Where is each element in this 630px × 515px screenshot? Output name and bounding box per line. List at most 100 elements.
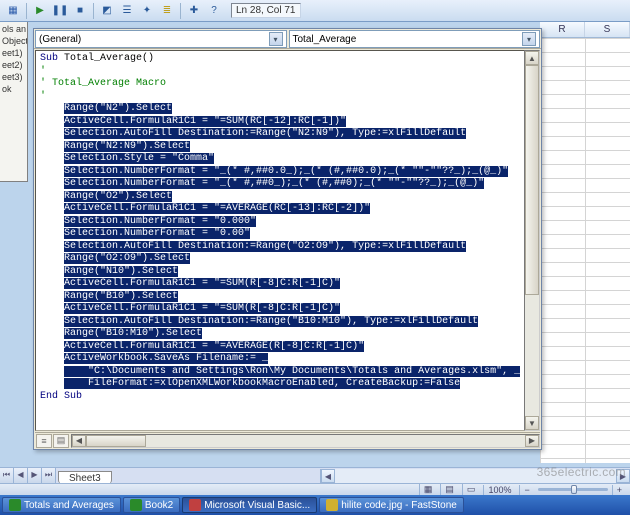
- scrollbar-thumb[interactable]: [86, 435, 146, 447]
- project-explorer-icon[interactable]: ☰: [118, 2, 136, 20]
- project-explorer-item[interactable]: ok: [2, 84, 25, 96]
- code-line[interactable]: Selection.AutoFill Destination:=Range("N…: [40, 128, 535, 141]
- horizontal-scrollbar[interactable]: ◀ ▶: [71, 434, 540, 448]
- sheet-nav[interactable]: ⏮ ◀ ▶ ⏭: [0, 468, 56, 483]
- help-icon[interactable]: ?: [205, 2, 223, 20]
- view-normal-icon[interactable]: ▦: [419, 484, 437, 495]
- taskbar-item-label: Book2: [145, 500, 173, 511]
- taskbar-item[interactable]: Book2: [123, 497, 180, 513]
- code-line[interactable]: ActiveCell.FormulaR1C1 = "=AVERAGE(R[-8]…: [40, 341, 535, 354]
- object-browser-icon[interactable]: ≣: [158, 2, 176, 20]
- code-line[interactable]: End Sub: [40, 391, 535, 404]
- zoom-value[interactable]: 100%: [483, 485, 515, 495]
- cursor-position: Ln 28, Col 71: [231, 3, 301, 18]
- zoom-slider[interactable]: [538, 488, 608, 491]
- toolbox-icon[interactable]: ✚: [185, 2, 203, 20]
- project-explorer-item[interactable]: eet2): [2, 60, 25, 72]
- excel-col-headers[interactable]: R S: [540, 22, 630, 38]
- code-line[interactable]: ActiveCell.FormulaR1C1 = "=SUM(RC[-12]:R…: [40, 116, 535, 129]
- properties-icon[interactable]: ✦: [138, 2, 156, 20]
- vertical-scrollbar[interactable]: ▲ ▼: [524, 50, 540, 431]
- run-icon[interactable]: ▶: [31, 2, 49, 20]
- scroll-right-icon[interactable]: ▶: [525, 435, 539, 447]
- zoom-in-icon[interactable]: +: [612, 485, 626, 495]
- excel-grid-behind: R S: [540, 22, 630, 463]
- code-line[interactable]: ActiveCell.FormulaR1C1 = "=SUM(R[-8]C:R[…: [40, 278, 535, 291]
- view-excel-icon[interactable]: ▦: [4, 2, 22, 20]
- sheet-nav-next-icon[interactable]: ▶: [28, 468, 42, 483]
- code-line[interactable]: Range("N10").Select: [40, 266, 535, 279]
- col-header[interactable]: R: [540, 22, 585, 37]
- pause-icon[interactable]: ❚❚: [51, 2, 69, 20]
- stop-icon[interactable]: ■: [71, 2, 89, 20]
- taskbar-item-label: hilite code.jpg - FastStone: [341, 500, 457, 511]
- excel-status-bar: ▦ ▤ ▭ 100% − +: [0, 483, 630, 495]
- code-line[interactable]: Selection.Style = "Comma": [40, 153, 535, 166]
- code-line[interactable]: "C:\Documents and Settings\Ron\My Docume…: [40, 366, 535, 379]
- code-line[interactable]: FileFormat:=xlOpenXMLWorkbookMacroEnable…: [40, 378, 535, 391]
- code-line[interactable]: Selection.NumberFormat = "0.00": [40, 228, 535, 241]
- excel-cells[interactable]: [540, 38, 630, 463]
- zoom-out-icon[interactable]: −: [519, 485, 533, 495]
- scroll-left-icon[interactable]: ◀: [321, 469, 335, 483]
- code-line[interactable]: Range("O2:O9").Select: [40, 253, 535, 266]
- sheet-nav-first-icon[interactable]: ⏮: [0, 468, 14, 483]
- sheet-nav-last-icon[interactable]: ⏭: [42, 468, 56, 483]
- code-line[interactable]: Selection.NumberFormat = "_(* #,##0_);_(…: [40, 178, 535, 191]
- sheet-nav-prev-icon[interactable]: ◀: [14, 468, 28, 483]
- scroll-left-icon[interactable]: ◀: [72, 435, 86, 447]
- taskbar-item[interactable]: hilite code.jpg - FastStone: [319, 497, 464, 513]
- code-bottom-bar: ≡ ▤ ◀ ▶: [35, 432, 540, 448]
- col-header[interactable]: S: [585, 22, 630, 37]
- code-line[interactable]: ActiveCell.FormulaR1C1 = "=SUM(R[-8]C:R[…: [40, 303, 535, 316]
- project-explorer[interactable]: ols an Object eet1) eet2) eet3) ok: [0, 22, 28, 182]
- sep: [180, 3, 181, 19]
- design-mode-icon[interactable]: ◩: [98, 2, 116, 20]
- code-line[interactable]: Range("B10:M10").Select: [40, 328, 535, 341]
- code-line[interactable]: Selection.NumberFormat = "0.000": [40, 216, 535, 229]
- scroll-up-icon[interactable]: ▲: [525, 51, 539, 65]
- x-program-icon: [130, 499, 142, 511]
- vbe-toolbar: ▦ ▶ ❚❚ ■ ◩ ☰ ✦ ≣ ✚ ? Ln 28, Col 71: [0, 0, 630, 22]
- code-line[interactable]: ActiveCell.FormulaR1C1 = "=AVERAGE(RC[-1…: [40, 203, 535, 216]
- windows-taskbar: Totals and Averages Book2 Microsoft Visual…: [0, 495, 630, 515]
- code-line[interactable]: Selection.AutoFill Destination:=Range("O…: [40, 241, 535, 254]
- code-dropdown-bar: (General) ▾ Total_Average ▾: [34, 29, 541, 49]
- code-line[interactable]: Range("O2").Select: [40, 191, 535, 204]
- code-line[interactable]: Sub Total_Average(): [40, 53, 535, 66]
- object-dropdown-value: (General): [39, 34, 81, 45]
- vb-program-icon: [189, 499, 201, 511]
- zoom-slider-knob[interactable]: [571, 485, 577, 494]
- code-line[interactable]: ': [40, 66, 535, 79]
- taskbar-item[interactable]: Microsoft Visual Basic...: [182, 497, 317, 513]
- code-line[interactable]: Range("N2:N9").Select: [40, 141, 535, 154]
- code-line[interactable]: ActiveWorkbook.SaveAs Filename:= _: [40, 353, 535, 366]
- code-line[interactable]: Selection.AutoFill Destination:=Range("B…: [40, 316, 535, 329]
- taskbar-item-label: Microsoft Visual Basic...: [204, 500, 310, 511]
- vba-code-window: (General) ▾ Total_Average ▾ Sub Total_Av…: [33, 28, 542, 450]
- view-pagebreak-icon[interactable]: ▭: [462, 484, 480, 495]
- chevron-down-icon[interactable]: ▾: [269, 32, 283, 46]
- object-dropdown[interactable]: (General) ▾: [35, 30, 287, 48]
- code-line[interactable]: ': [40, 91, 535, 104]
- code-line[interactable]: Range("B10").Select: [40, 291, 535, 304]
- full-module-view-button[interactable]: ▤: [53, 434, 69, 448]
- procedure-dropdown[interactable]: Total_Average ▾: [289, 30, 541, 48]
- project-explorer-item[interactable]: eet3): [2, 72, 25, 84]
- scrollbar-thumb[interactable]: [525, 65, 539, 295]
- code-line[interactable]: ' Total_Average Macro: [40, 78, 535, 91]
- sep: [26, 3, 27, 19]
- code-line[interactable]: Selection.NumberFormat = "_(* #,##0.0_);…: [40, 166, 535, 179]
- procedure-view-button[interactable]: ≡: [36, 434, 52, 448]
- sheet-tab-strip: ⏮ ◀ ▶ ⏭ Sheet3 ◀ ▶: [0, 467, 630, 483]
- project-explorer-header: ols an: [2, 24, 25, 36]
- project-explorer-item[interactable]: Object: [2, 36, 25, 48]
- project-explorer-item[interactable]: eet1): [2, 48, 25, 60]
- taskbar-item[interactable]: Totals and Averages: [2, 497, 121, 513]
- view-layout-icon[interactable]: ▤: [440, 484, 458, 495]
- sep: [93, 3, 94, 19]
- code-line[interactable]: Range("N2").Select: [40, 103, 535, 116]
- chevron-down-icon[interactable]: ▾: [522, 32, 536, 46]
- scroll-down-icon[interactable]: ▼: [525, 416, 539, 430]
- code-area[interactable]: Sub Total_Average()'' Total_Average Macr…: [35, 50, 540, 431]
